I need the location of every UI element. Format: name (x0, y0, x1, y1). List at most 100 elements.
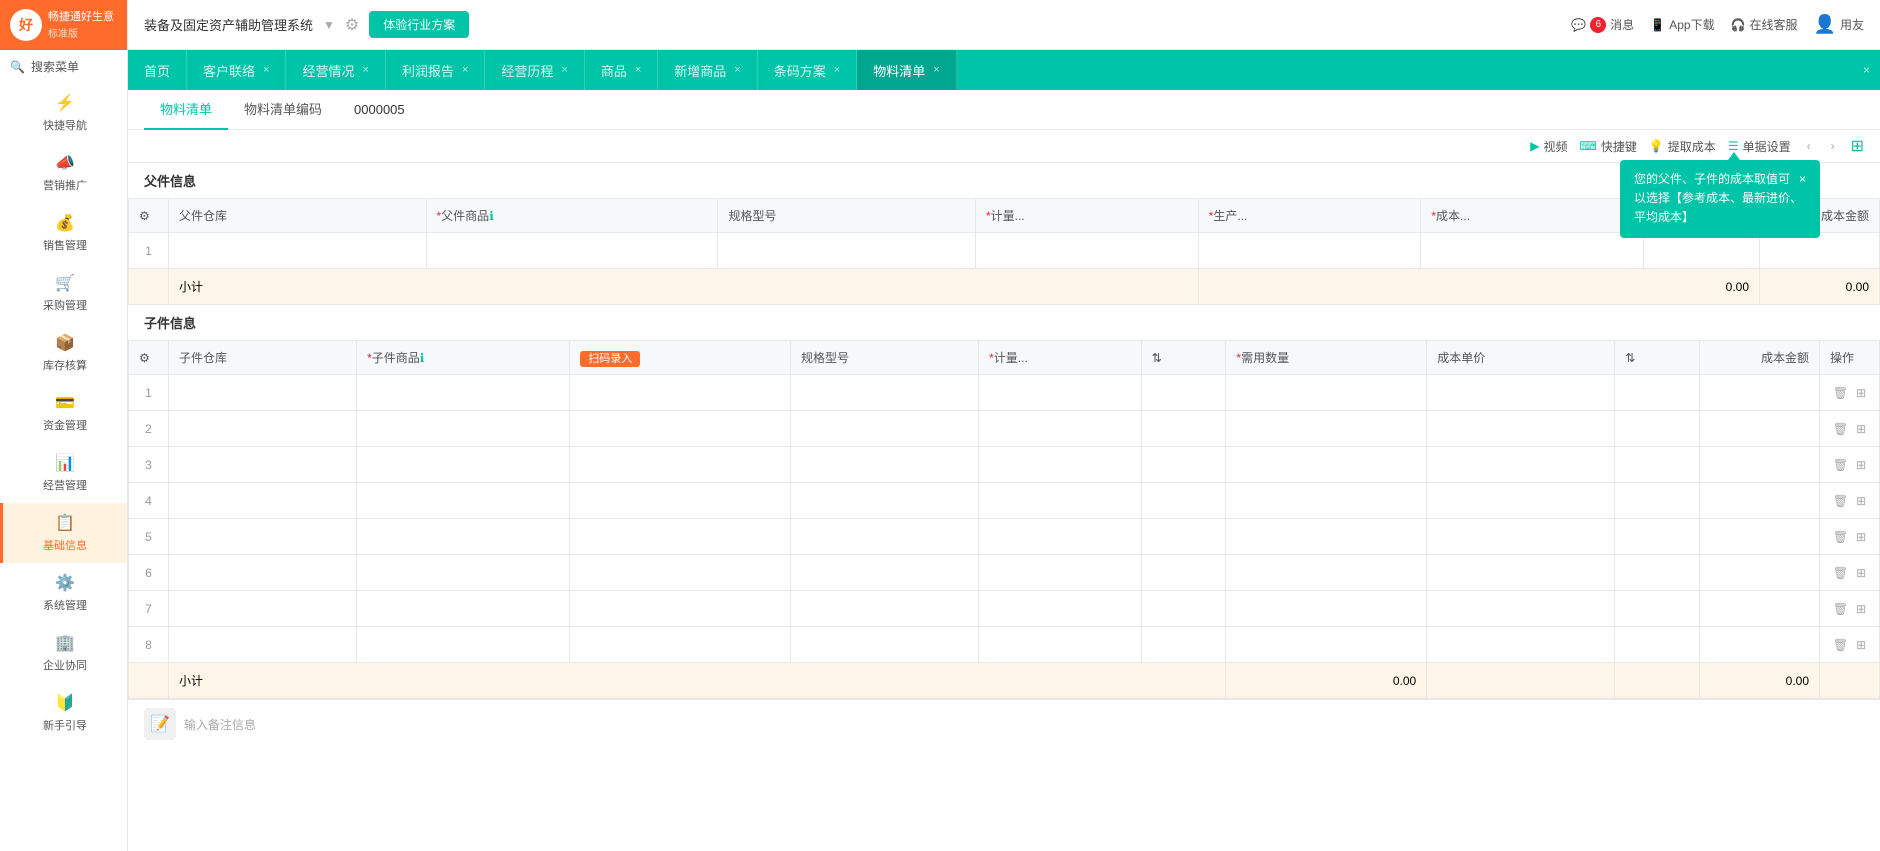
tooltip-close-btn[interactable]: × (1799, 170, 1806, 189)
subtotal-qty: 0.00 (1198, 269, 1759, 305)
search-menu-label: 搜索菜单 (31, 58, 79, 75)
parent-goods-cell[interactable] (426, 233, 718, 269)
col-scan[interactable]: 扫码录入 (570, 341, 791, 375)
user-item[interactable]: 👤 用友 (1814, 14, 1864, 35)
experience-btn[interactable]: 体验行业方案 (369, 11, 469, 38)
sidebar-item-enterprise[interactable]: 🏢 企业协同 (0, 623, 127, 683)
tab-bom[interactable]: 物料清单 × (857, 50, 956, 90)
delete-icon[interactable]: 🗑 (1833, 458, 1848, 472)
sidebar-item-sales[interactable]: 💰 销售管理 (0, 203, 127, 263)
col-settings[interactable]: ⚙ (129, 199, 169, 233)
search-menu[interactable]: 🔍 搜索菜单 (0, 50, 127, 83)
app-download-item[interactable]: 📱 App下载 (1650, 16, 1714, 33)
messages-label: 消息 (1610, 16, 1634, 33)
tab-close-icon[interactable]: × (263, 64, 269, 76)
copy-icon[interactable]: ⊞ (1856, 530, 1866, 544)
view-video-btn[interactable]: ▶ 视频 (1530, 138, 1567, 155)
parent-warehouse-cell[interactable] (169, 233, 427, 269)
tab-new-goods[interactable]: 新增商品 × (658, 50, 757, 90)
delete-icon[interactable]: 🗑 (1833, 530, 1848, 544)
tab-close-icon[interactable]: × (834, 64, 840, 76)
delete-icon[interactable]: 🗑 (1833, 602, 1848, 616)
production-cell[interactable] (1198, 233, 1421, 269)
sidebar-item-finance[interactable]: 💳 资金管理 (0, 383, 127, 443)
online-service-item[interactable]: 🎧 在线客服 (1731, 16, 1798, 33)
prev-arrow[interactable]: ‹ (1803, 137, 1815, 155)
logo-text: 畅捷通好生意 (48, 10, 114, 24)
delete-icon[interactable]: 🗑 (1833, 422, 1848, 436)
tab-close-icon[interactable]: × (362, 64, 368, 76)
cost-cell[interactable] (1421, 233, 1644, 269)
tab-label: 新增商品 (674, 61, 726, 80)
col-parent-warehouse: 父件仓库 (169, 199, 427, 233)
tab-history[interactable]: 经营历程 × (485, 50, 584, 90)
spec-cell[interactable] (718, 233, 976, 269)
tab-close-icon[interactable]: × (635, 64, 641, 76)
delete-icon[interactable]: 🗑 (1833, 566, 1848, 580)
tab-close-icon[interactable]: × (462, 64, 468, 76)
extract-cost-btn[interactable]: 💡 提取成本 (1649, 138, 1716, 155)
sidebar-item-label: 基础信息 (43, 537, 87, 553)
enterprise-icon: 🏢 (55, 633, 75, 653)
copy-icon[interactable]: ⊞ (1856, 602, 1866, 616)
logo-area: 好 畅捷通好生意 标准版 (0, 0, 127, 50)
tab-close-icon[interactable]: × (561, 64, 567, 76)
subtotal-amount: 0.00 (1760, 269, 1880, 305)
tab-close-icon[interactable]: × (734, 64, 740, 76)
sidebar-item-basic-info[interactable]: 📋 基础信息 (0, 503, 127, 563)
unit-cell[interactable] (975, 233, 1198, 269)
tab-goods[interactable]: 商品 × (585, 50, 658, 90)
sub-tab-code[interactable]: 物料清单编码 (228, 90, 338, 130)
tab-profit[interactable]: 利润报告 × (386, 50, 485, 90)
shortcut-btn[interactable]: ⌨ 快捷键 (1580, 138, 1637, 155)
copy-icon[interactable]: ⊞ (1856, 638, 1866, 652)
notes-placeholder[interactable]: 输入备注信息 (184, 716, 256, 733)
tab-operations[interactable]: 经营情况 × (286, 50, 385, 90)
sidebar-item-operations[interactable]: 📊 经营管理 (0, 443, 127, 503)
sidebar-item-purchase[interactable]: 🛒 采购管理 (0, 263, 127, 323)
sidebar-item-marketing[interactable]: 📣 营销推广 (0, 143, 127, 203)
delete-icon[interactable]: 🗑 (1833, 494, 1848, 508)
col-unit-child: *计量... (979, 341, 1142, 375)
col-settings-child[interactable]: ⚙ (129, 341, 169, 375)
table-row: 4 🗑⊞ (129, 483, 1880, 519)
sidebar-item-guide[interactable]: 🔰 新手引导 (0, 683, 127, 743)
delete-icon[interactable]: 🗑 (1833, 638, 1848, 652)
messages-item[interactable]: 💬 6 消息 (1571, 16, 1634, 33)
col-sort2[interactable]: ⇅ (1615, 341, 1700, 375)
table-row: 5 🗑⊞ (129, 519, 1880, 555)
sidebar: 好 畅捷通好生意 标准版 🔍 搜索菜单 ⚡ 快捷导航 📣 营销推广 💰 销售管理… (0, 0, 128, 851)
col-spec-child: 规格型号 (791, 341, 979, 375)
sidebar-item-inventory[interactable]: 📦 库存核算 (0, 323, 127, 383)
sub-tab-bom[interactable]: 物料清单 (144, 90, 228, 130)
logo-sub: 标准版 (48, 25, 114, 40)
table-row: 2 🗑⊞ (129, 411, 1880, 447)
finance-icon: 💳 (55, 393, 75, 413)
next-arrow[interactable]: › (1827, 137, 1839, 155)
toolbar: ▶ 视频 ⌨ 快捷键 💡 提取成本 ☰ 单据设置 ‹ › ⊞ × 您的父件、子件… (128, 130, 1880, 163)
copy-icon[interactable]: ⊞ (1856, 566, 1866, 580)
delete-icon[interactable]: 🗑 (1833, 386, 1848, 400)
notes-icon: 📝 (144, 708, 176, 740)
expand-icon[interactable]: ▼ (323, 18, 335, 32)
tab-close-icon[interactable]: × (933, 64, 939, 76)
sidebar-item-system[interactable]: ⚙️ 系统管理 (0, 563, 127, 623)
extract-cost-label: 提取成本 (1668, 138, 1716, 155)
inventory-icon: 📦 (55, 333, 75, 353)
scan-btn[interactable]: 扫码录入 (580, 351, 640, 367)
col-sort-child[interactable]: ⇅ (1141, 341, 1226, 375)
sidebar-item-label: 企业协同 (43, 657, 87, 673)
settings-icon[interactable]: ⚙ (345, 15, 359, 35)
copy-icon[interactable]: ⊞ (1856, 458, 1866, 472)
copy-icon[interactable]: ⊞ (1856, 422, 1866, 436)
tab-customers[interactable]: 客户联络 × (187, 50, 286, 90)
tabs-close-all[interactable]: × (1853, 63, 1880, 77)
copy-icon[interactable]: ⊞ (1856, 494, 1866, 508)
cost-amount-cell (1760, 233, 1880, 269)
grid-icon[interactable]: ⊞ (1851, 136, 1864, 156)
tab-barcode[interactable]: 条码方案 × (758, 50, 857, 90)
sub-tab-label: 物料清单编码 (244, 99, 322, 118)
tab-home[interactable]: 首页 (128, 50, 187, 90)
copy-icon[interactable]: ⊞ (1856, 386, 1866, 400)
sidebar-item-quick-nav[interactable]: ⚡ 快捷导航 (0, 83, 127, 143)
